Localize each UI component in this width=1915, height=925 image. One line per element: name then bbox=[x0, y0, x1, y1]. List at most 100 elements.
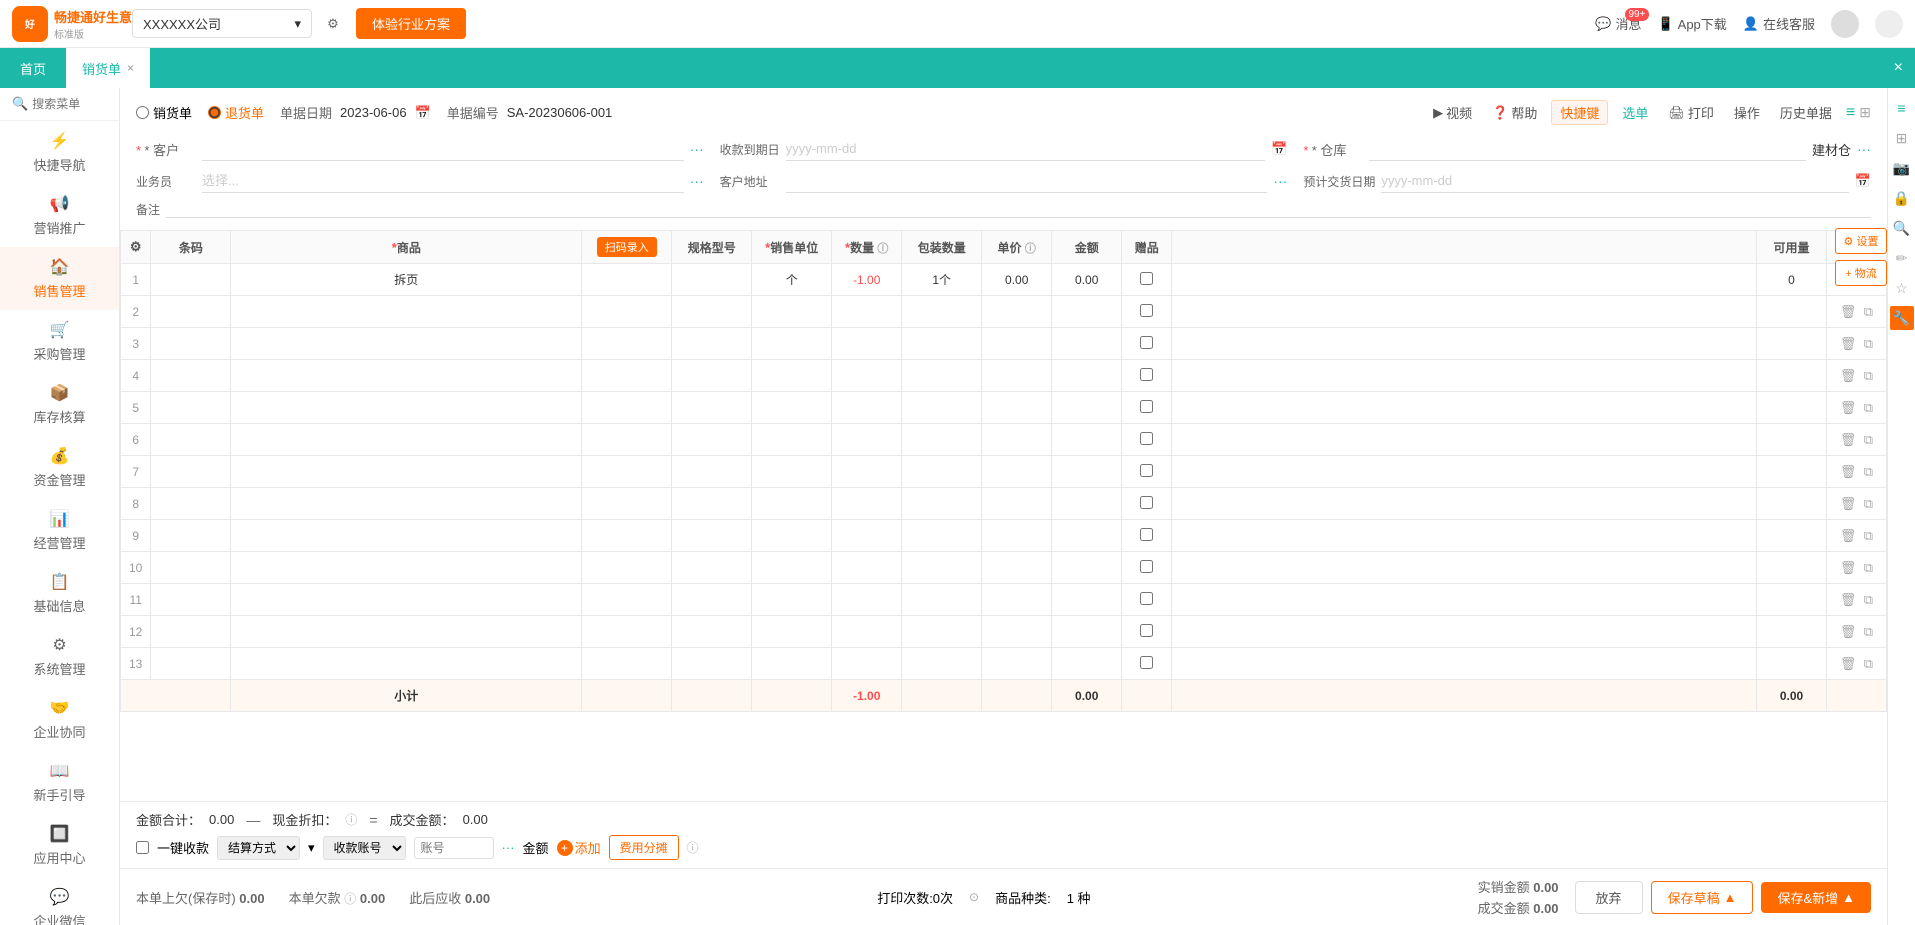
cell-qty[interactable] bbox=[832, 360, 902, 392]
shortcut-btn[interactable]: 快捷键 bbox=[1551, 100, 1608, 125]
due-date-input[interactable] bbox=[786, 137, 1265, 161]
cell-barcode[interactable] bbox=[151, 648, 231, 680]
settings-icon[interactable]: ⚙ bbox=[318, 9, 348, 39]
delete-icon[interactable]: 🗑 bbox=[1840, 560, 1857, 575]
cell-spec[interactable] bbox=[672, 456, 752, 488]
cell-spec[interactable] bbox=[672, 520, 752, 552]
cell-barcode[interactable] bbox=[151, 264, 231, 296]
cell-gift[interactable] bbox=[1122, 424, 1172, 456]
cell-gift[interactable] bbox=[1122, 392, 1172, 424]
cell-pack-qty[interactable] bbox=[902, 424, 982, 456]
cell-pack-qty[interactable] bbox=[902, 360, 982, 392]
cell-price[interactable] bbox=[982, 616, 1052, 648]
cell-qty[interactable] bbox=[832, 424, 902, 456]
cell-qty[interactable] bbox=[832, 456, 902, 488]
fee-split-btn[interactable]: 费用分摊 bbox=[609, 835, 679, 860]
delete-icon[interactable]: 🗑 bbox=[1840, 656, 1857, 671]
sidebar-item-inventory[interactable]: 📦 库存核算 bbox=[0, 373, 119, 436]
cell-pack-qty[interactable] bbox=[902, 392, 982, 424]
cell-unit[interactable] bbox=[752, 616, 832, 648]
account-select[interactable]: 收款账号 bbox=[323, 836, 406, 860]
delete-icon[interactable]: 🗑 bbox=[1840, 400, 1857, 415]
cell-gift[interactable] bbox=[1122, 552, 1172, 584]
cell-pack-qty[interactable] bbox=[902, 584, 982, 616]
cell-amount[interactable] bbox=[1052, 616, 1122, 648]
window-close-icon[interactable]: × bbox=[1894, 59, 1903, 76]
calendar-icon[interactable]: 📅 bbox=[415, 105, 431, 121]
right-tool-star-icon[interactable]: ☆ bbox=[1890, 276, 1914, 300]
copy-icon[interactable]: ⧉ bbox=[1864, 624, 1873, 639]
fee-help-icon[interactable]: ⓘ bbox=[687, 839, 699, 856]
cell-barcode[interactable] bbox=[151, 392, 231, 424]
customer-select-icon[interactable]: ··· bbox=[690, 141, 704, 157]
radio-return[interactable]: 退货单 bbox=[208, 103, 264, 122]
cell-amount[interactable] bbox=[1052, 488, 1122, 520]
app-download-btn[interactable]: 📱 App下载 bbox=[1657, 14, 1726, 33]
add-payment-btn[interactable]: + 添加 bbox=[557, 838, 601, 857]
list-view-icon[interactable]: ≡ bbox=[1846, 104, 1855, 122]
account-dots[interactable]: ··· bbox=[502, 840, 515, 855]
cell-gift[interactable] bbox=[1122, 328, 1172, 360]
cell-pack-qty[interactable] bbox=[902, 296, 982, 328]
cell-product[interactable] bbox=[231, 648, 582, 680]
cell-product[interactable] bbox=[231, 424, 582, 456]
cell-gift[interactable] bbox=[1122, 360, 1172, 392]
help-btn[interactable]: ❓ 帮助 bbox=[1486, 101, 1543, 124]
cell-pack-qty[interactable] bbox=[902, 616, 982, 648]
cell-qty[interactable] bbox=[832, 584, 902, 616]
expected-date-input[interactable] bbox=[1381, 169, 1848, 193]
one-click-pay-checkbox[interactable] bbox=[136, 841, 149, 854]
sidebar-item-wechat[interactable]: 💬 企业微信 bbox=[0, 877, 119, 925]
cell-qty[interactable] bbox=[832, 392, 902, 424]
right-tool-list-icon[interactable]: ≡ bbox=[1890, 96, 1914, 120]
online-service-btn[interactable]: 👤 在线客服 bbox=[1743, 14, 1815, 33]
customer-addr-input[interactable] bbox=[786, 169, 1268, 193]
logistics-btn[interactable]: + 物流 bbox=[1835, 260, 1887, 286]
cell-price[interactable] bbox=[982, 584, 1052, 616]
cell-qty[interactable] bbox=[832, 328, 902, 360]
delete-icon[interactable]: 🗑 bbox=[1840, 528, 1857, 543]
right-tool-grid-icon[interactable]: ⊞ bbox=[1890, 126, 1914, 150]
cell-product[interactable] bbox=[231, 584, 582, 616]
cell-unit[interactable] bbox=[752, 328, 832, 360]
delete-icon[interactable]: 🗑 bbox=[1840, 368, 1857, 383]
cell-gift[interactable] bbox=[1122, 648, 1172, 680]
sidebar-item-system[interactable]: ⚙ 系统管理 bbox=[0, 625, 119, 688]
cell-price[interactable] bbox=[982, 648, 1052, 680]
cell-qty[interactable] bbox=[832, 296, 902, 328]
search-input[interactable] bbox=[32, 97, 107, 111]
cell-spec[interactable] bbox=[672, 328, 752, 360]
table-gear-icon[interactable]: ⚙ bbox=[130, 239, 142, 254]
cell-amount[interactable] bbox=[1052, 424, 1122, 456]
sidebar-item-marketing[interactable]: 📢 营销推广 bbox=[0, 184, 119, 247]
print-btn[interactable]: 🖨 打印 bbox=[1662, 101, 1720, 124]
tab-close-icon[interactable]: × bbox=[127, 61, 134, 75]
copy-icon[interactable]: ⧉ bbox=[1864, 528, 1873, 543]
right-tool-orange-icon[interactable]: 🔧 bbox=[1890, 306, 1914, 330]
delete-icon[interactable]: 🗑 bbox=[1840, 432, 1857, 447]
cell-gift[interactable] bbox=[1122, 296, 1172, 328]
cell-amount[interactable] bbox=[1052, 296, 1122, 328]
th-gear[interactable]: ⚙ bbox=[121, 231, 151, 264]
sidebar-item-basic[interactable]: 📋 基础信息 bbox=[0, 562, 119, 625]
cell-pack-qty[interactable] bbox=[902, 488, 982, 520]
cell-unit[interactable] bbox=[752, 552, 832, 584]
cell-barcode[interactable] bbox=[151, 488, 231, 520]
cell-unit[interactable] bbox=[752, 456, 832, 488]
cell-unit[interactable] bbox=[752, 488, 832, 520]
save-new-button[interactable]: 保存&新增 ▲ bbox=[1761, 882, 1871, 913]
cell-barcode[interactable] bbox=[151, 424, 231, 456]
discount-help-icon[interactable]: ⓘ bbox=[345, 811, 357, 828]
cell-spec[interactable] bbox=[672, 392, 752, 424]
trial-button[interactable]: 体验行业方案 bbox=[356, 8, 466, 39]
expected-date-calendar-icon[interactable]: 📅 bbox=[1855, 173, 1871, 189]
cell-pack-qty[interactable] bbox=[902, 328, 982, 360]
cell-pack-qty[interactable] bbox=[902, 520, 982, 552]
copy-icon[interactable]: ⧉ bbox=[1864, 592, 1873, 607]
cell-price[interactable] bbox=[982, 456, 1052, 488]
note-input[interactable] bbox=[166, 202, 1871, 218]
cell-product[interactable] bbox=[231, 296, 582, 328]
cell-barcode[interactable] bbox=[151, 296, 231, 328]
cell-gift[interactable] bbox=[1122, 584, 1172, 616]
sidebar-item-finance[interactable]: 💰 资金管理 bbox=[0, 436, 119, 499]
